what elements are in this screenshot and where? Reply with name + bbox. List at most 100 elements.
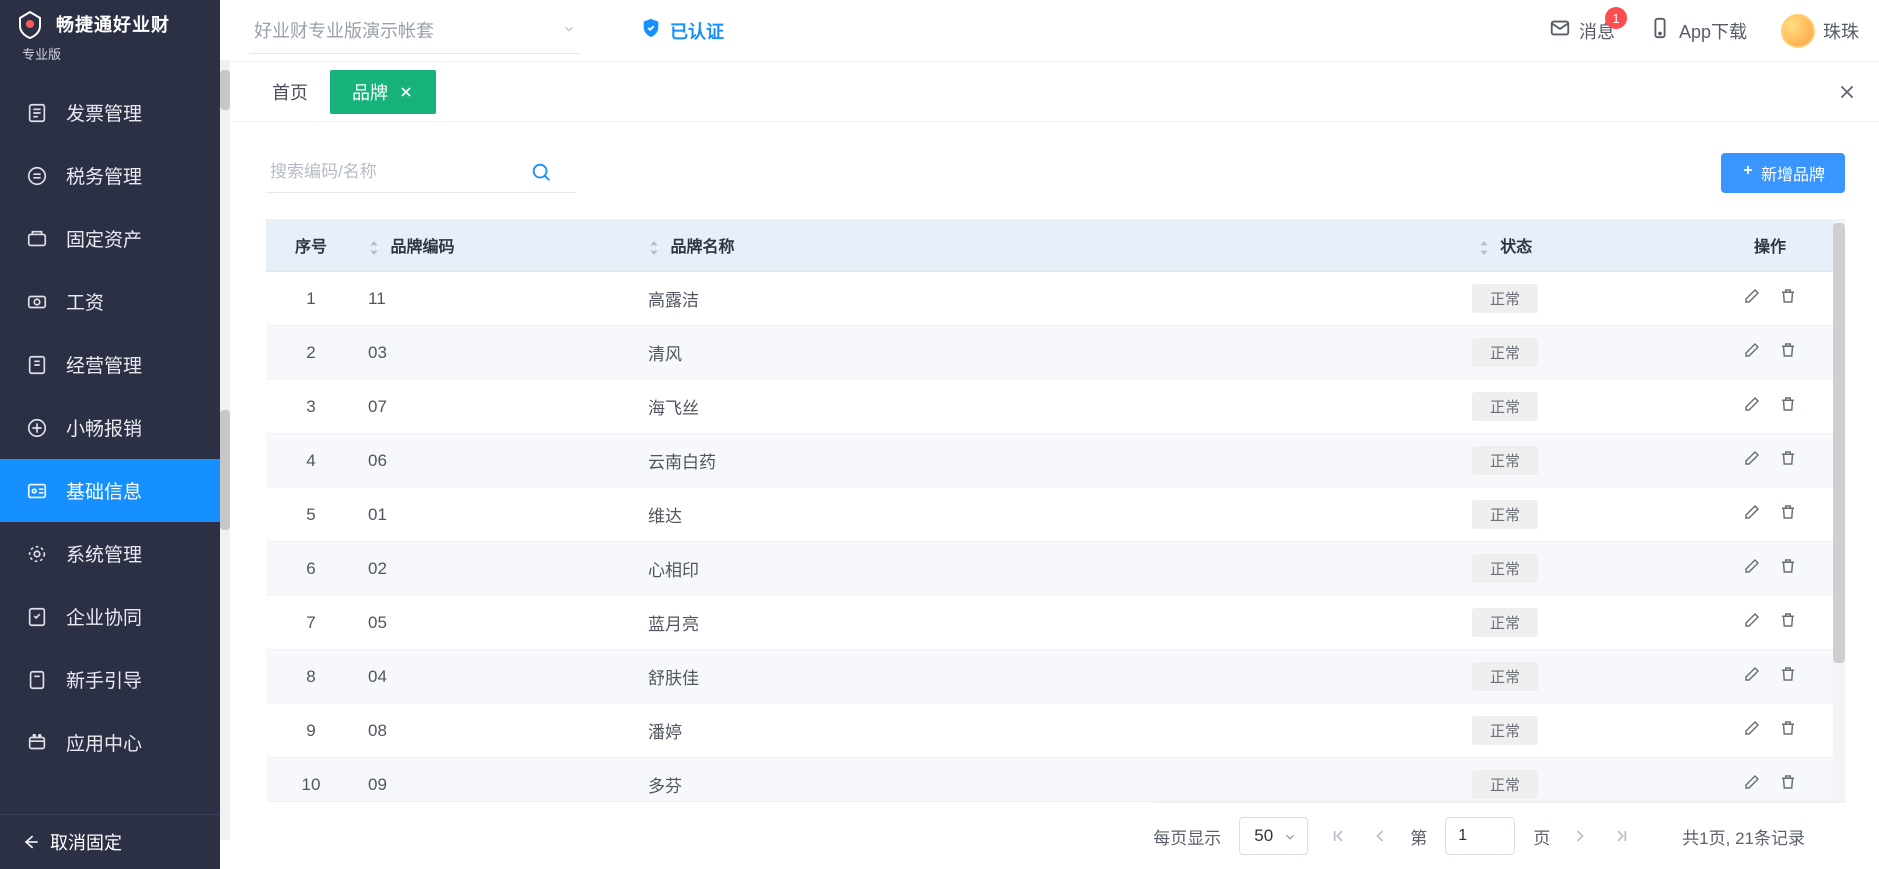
page-input[interactable] [1445,817,1515,855]
sidebar-item-basic[interactable]: 基础信息 [0,459,220,522]
delete-icon[interactable] [1779,449,1797,472]
col-name[interactable]: 品牌名称 [636,219,1315,272]
cell-ops [1695,596,1845,650]
next-page-button[interactable] [1568,824,1592,848]
delete-icon[interactable] [1779,557,1797,580]
table-row[interactable]: 501维达正常 [266,488,1845,542]
delete-icon[interactable] [1779,665,1797,688]
sidebar-item-label: 工资 [66,288,104,315]
table-row[interactable]: 908潘婷正常 [266,704,1845,758]
cell-name: 舒肤佳 [636,650,1315,704]
delete-icon[interactable] [1779,773,1797,796]
edit-icon[interactable] [1743,719,1761,742]
cell-code: 06 [356,434,636,488]
sort-icon [368,241,380,255]
edit-icon[interactable] [1743,287,1761,310]
sidebar-item-label: 新手引导 [66,666,142,693]
sidebar-item-system[interactable]: 系统管理 [0,522,220,585]
cell-ops [1695,488,1845,542]
sidebar-item-collab[interactable]: 企业协同 [0,585,220,648]
col-ops-label: 操作 [1754,239,1786,256]
nav: 发票管理税务管理固定资产工资经营管理小畅报销基础信息系统管理企业协同新手引导应用… [0,71,220,814]
account-select-value: 好业财专业版演示帐套 [254,17,434,43]
edit-icon[interactable] [1743,557,1761,580]
user-menu[interactable]: 珠珠 [1781,14,1859,48]
sidebar-item-invoice[interactable]: 发票管理 [0,81,220,144]
delete-icon[interactable] [1779,503,1797,526]
first-page-button[interactable] [1326,824,1350,848]
edit-icon[interactable] [1743,773,1761,796]
cell-code: 08 [356,704,636,758]
close-all-tabs-button[interactable] [1829,74,1865,110]
delete-icon[interactable] [1779,287,1797,310]
search-icon[interactable] [526,157,556,187]
app-download-button[interactable]: App下载 [1649,17,1747,44]
edit-icon[interactable] [1743,449,1761,472]
prev-page-button[interactable] [1368,824,1392,848]
tab-home[interactable]: 首页 [250,70,330,114]
messages-button[interactable]: 消息 1 [1549,17,1615,44]
operate-icon [26,354,48,376]
edit-icon[interactable] [1743,395,1761,418]
table-row[interactable]: 307海飞丝正常 [266,380,1845,434]
sidebar-item-label: 企业协同 [66,603,142,630]
verified-label: 已认证 [670,18,724,44]
edit-icon[interactable] [1743,611,1761,634]
sidebar-item-guide[interactable]: 新手引导 [0,648,220,711]
per-page-select[interactable]: 50 [1239,817,1308,855]
cell-status: 正常 [1315,326,1695,380]
cell-status: 正常 [1315,596,1695,650]
search-input[interactable] [266,152,526,192]
col-code[interactable]: 品牌编码 [356,219,636,272]
table-header-row: 序号 品牌编码 品牌名称 状态 [266,219,1845,272]
edit-icon[interactable] [1743,503,1761,526]
table-row[interactable]: 602心相印正常 [266,542,1845,596]
sidebar-item-asset[interactable]: 固定资产 [0,207,220,270]
table-row[interactable]: 804舒肤佳正常 [266,650,1845,704]
edit-icon[interactable] [1743,341,1761,364]
col-name-label: 品牌名称 [670,239,734,256]
cell-name: 维达 [636,488,1315,542]
avatar-icon [1781,14,1815,48]
tab-brand[interactable]: 品牌 [330,70,436,114]
delete-icon[interactable] [1779,395,1797,418]
content: 新增品牌 序号 品牌编码 [220,122,1879,869]
table-row[interactable]: 705蓝月亮正常 [266,596,1845,650]
last-page-button[interactable] [1610,824,1634,848]
tax-icon [26,165,48,187]
cell-status: 正常 [1315,650,1695,704]
table-row[interactable]: 1009多芬正常 [266,758,1845,802]
table-row[interactable]: 406云南白药正常 [266,434,1845,488]
col-code-label: 品牌编码 [390,239,454,256]
sidebar-item-appcenter[interactable]: 应用中心 [0,711,220,774]
sidebar-scrollbar-thumb[interactable] [220,410,230,530]
chevron-down-icon [1283,830,1297,844]
sidebar-item-label: 系统管理 [66,540,142,567]
delete-icon[interactable] [1779,611,1797,634]
tabsbar: 首页 品牌 [220,62,1879,122]
brand-table: 序号 品牌编码 品牌名称 状态 [266,219,1845,801]
sidebar-item-reimburse[interactable]: 小畅报销 [0,396,220,459]
tab-brand-label: 品牌 [352,79,388,105]
brand: 畅捷通好业财 [0,0,220,44]
close-icon[interactable] [398,84,414,100]
sidebar-item-salary[interactable]: 工资 [0,270,220,333]
per-page-label: 每页显示 [1153,824,1221,849]
table-scrollbar-thumb[interactable] [1833,223,1845,663]
delete-icon[interactable] [1779,341,1797,364]
delete-icon[interactable] [1779,719,1797,742]
table-row[interactable]: 203清风正常 [266,326,1845,380]
edit-icon[interactable] [1743,665,1761,688]
sidebar-item-label: 应用中心 [66,729,142,756]
toolbar: 新增品牌 [220,144,1879,219]
cell-name: 海飞丝 [636,380,1315,434]
table-row[interactable]: 111高露洁正常 [266,272,1845,326]
account-select[interactable]: 好业财专业版演示帐套 [250,7,580,54]
add-brand-button[interactable]: 新增品牌 [1721,153,1845,193]
topbar: 好业财专业版演示帐套 已认证 消息 1 [220,0,1879,62]
unpin-button[interactable]: 取消固定 [0,814,220,869]
sidebar-item-label: 基础信息 [66,477,142,504]
col-status[interactable]: 状态 [1315,219,1695,272]
sidebar-item-tax[interactable]: 税务管理 [0,144,220,207]
sidebar-item-operate[interactable]: 经营管理 [0,333,220,396]
